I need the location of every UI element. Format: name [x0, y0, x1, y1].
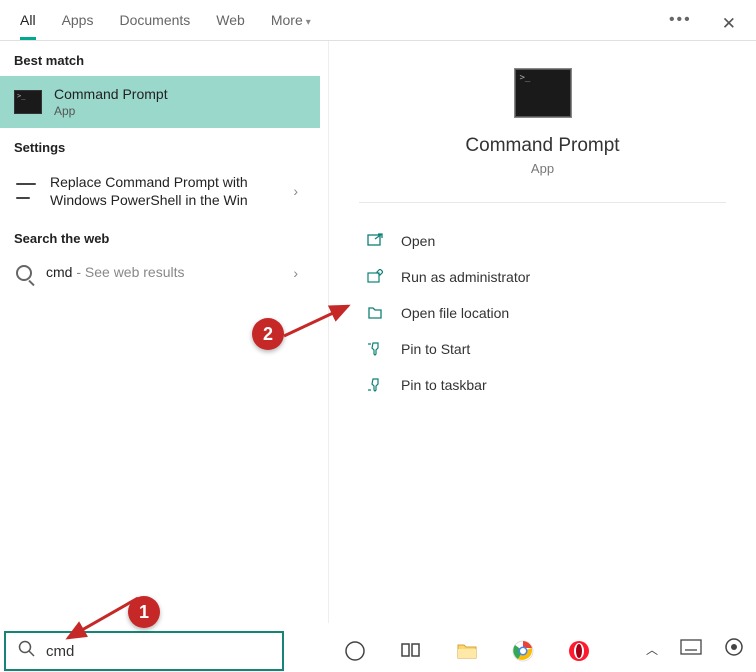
action-label: Open: [401, 233, 435, 249]
tab-apps[interactable]: Apps: [62, 12, 94, 40]
folder-icon: [367, 305, 385, 321]
detail-panel: Command Prompt App Open Run as administr…: [328, 41, 756, 623]
action-label: Pin to Start: [401, 341, 470, 357]
pin-taskbar-icon: [367, 377, 385, 393]
keyboard-icon[interactable]: [680, 639, 702, 660]
action-label: Run as administrator: [401, 269, 530, 285]
annotation-badge-2: 2: [252, 318, 284, 350]
detail-subtitle: App: [359, 161, 726, 176]
result-web-item[interactable]: cmd - See web results ›: [0, 254, 320, 292]
taskbar: ︿: [0, 630, 756, 672]
tab-documents[interactable]: Documents: [119, 12, 190, 40]
tray-app-icon[interactable]: [724, 637, 744, 662]
web-result-prefix: cmd: [46, 264, 72, 280]
search-header: All Apps Documents Web More▾ ••• ✕: [0, 0, 756, 41]
more-options-button[interactable]: •••: [669, 11, 692, 29]
task-view-icon[interactable]: [400, 640, 422, 662]
chevron-right-icon: ›: [293, 265, 298, 281]
actions-list: Open Run as administrator Open file loca…: [329, 203, 756, 403]
detail-title: Command Prompt: [359, 135, 726, 157]
search-box[interactable]: [4, 631, 284, 671]
open-icon: [367, 233, 385, 249]
section-search-web: Search the web: [0, 219, 320, 254]
tab-all[interactable]: All: [20, 12, 36, 40]
chevron-down-icon: ▾: [306, 17, 311, 28]
section-settings: Settings: [0, 128, 320, 163]
pin-start-icon: [367, 341, 385, 357]
opera-icon[interactable]: [568, 640, 590, 662]
search-icon: [18, 640, 36, 663]
result-settings-item[interactable]: Replace Command Prompt with Windows Powe…: [0, 163, 320, 219]
action-pin-start[interactable]: Pin to Start: [359, 331, 726, 367]
tray-chevron-icon[interactable]: ︿: [646, 641, 658, 658]
result-subtitle: App: [54, 104, 306, 118]
search-icon: [16, 265, 32, 281]
command-prompt-icon: [14, 90, 42, 114]
result-title: Command Prompt: [54, 86, 306, 102]
admin-icon: [367, 269, 385, 285]
result-command-prompt[interactable]: Command Prompt App: [0, 76, 320, 128]
close-button[interactable]: ✕: [722, 14, 736, 34]
chevron-right-icon: ›: [293, 183, 298, 199]
action-open-location[interactable]: Open file location: [359, 295, 726, 331]
action-pin-taskbar[interactable]: Pin to taskbar: [359, 367, 726, 403]
search-input[interactable]: [46, 643, 282, 660]
action-open[interactable]: Open: [359, 223, 726, 259]
annotation-badge-1: 1: [128, 596, 160, 628]
command-prompt-icon: [515, 69, 571, 117]
file-explorer-icon[interactable]: [456, 640, 478, 662]
action-label: Pin to taskbar: [401, 377, 487, 393]
web-result-suffix: - See web results: [72, 264, 184, 280]
chrome-icon[interactable]: [512, 640, 534, 662]
filter-tabs: All Apps Documents Web More▾: [20, 12, 311, 40]
action-label: Open file location: [401, 305, 509, 321]
tab-web[interactable]: Web: [216, 12, 245, 40]
result-title: Replace Command Prompt with Windows Powe…: [50, 173, 293, 209]
section-best-match: Best match: [0, 41, 320, 76]
action-run-admin[interactable]: Run as administrator: [359, 259, 726, 295]
cortana-icon[interactable]: [344, 640, 366, 662]
tab-more[interactable]: More▾: [271, 12, 311, 40]
settings-icon: [16, 183, 36, 199]
